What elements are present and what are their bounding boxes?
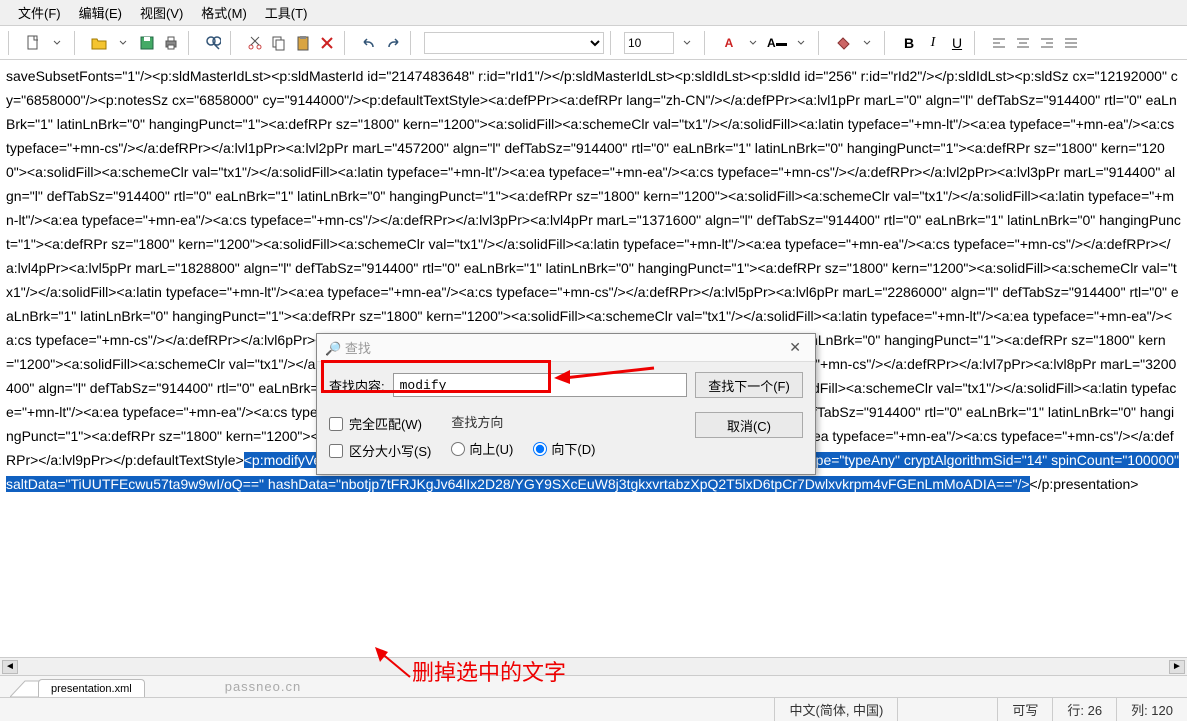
dialog-titlebar[interactable]: 🔎 查找 ✕ (317, 334, 815, 362)
status-line: 行: 26 (1052, 698, 1116, 721)
find-icon[interactable] (202, 32, 224, 54)
new-file-icon[interactable] (22, 32, 44, 54)
bg-color-icon[interactable] (832, 32, 854, 54)
menu-file[interactable]: 文件(F) (18, 3, 61, 22)
find-dialog: 🔎 查找 ✕ 查找内容: 查找下一个(F) 完全匹配(W) 区分大小写(S) 查… (316, 333, 816, 475)
menu-view[interactable]: 视图(V) (140, 3, 183, 22)
align-justify-icon[interactable] (1060, 32, 1082, 54)
highlight-dropdown-icon[interactable] (790, 32, 812, 54)
tab-presentation-xml[interactable]: presentation.xml (38, 679, 145, 697)
magnifier-icon: 🔎 (325, 341, 341, 356)
highlight-color-icon[interactable]: A (766, 32, 788, 54)
close-icon[interactable]: ✕ (783, 339, 807, 356)
open-file-icon[interactable] (88, 32, 110, 54)
new-dropdown-icon[interactable] (46, 32, 68, 54)
menu-format[interactable]: 格式(M) (201, 3, 247, 22)
underline-icon[interactable]: U (946, 32, 968, 54)
menu-bar: 文件(F) 编辑(E) 视图(V) 格式(M) 工具(T) (0, 0, 1187, 26)
toolbar: A A B I U (0, 26, 1187, 60)
font-color-dropdown-icon[interactable] (742, 32, 764, 54)
horizontal-scrollbar[interactable]: ◄ ► (0, 657, 1187, 675)
find-input[interactable] (393, 373, 687, 397)
status-language: 中文(简体, 中国) (774, 698, 897, 721)
align-center-icon[interactable] (1012, 32, 1034, 54)
font-select[interactable] (424, 32, 604, 54)
save-icon[interactable] (136, 32, 158, 54)
print-icon[interactable] (160, 32, 182, 54)
annotation-text: 删掉选中的文字 (412, 655, 566, 687)
font-color-icon[interactable]: A (718, 32, 740, 54)
bold-icon[interactable]: B (898, 32, 920, 54)
bg-dropdown-icon[interactable] (856, 32, 878, 54)
font-size-select[interactable] (624, 32, 674, 54)
undo-icon[interactable] (358, 32, 380, 54)
scroll-right-icon[interactable]: ► (1169, 660, 1185, 674)
find-next-button[interactable]: 查找下一个(F) (695, 372, 803, 398)
find-label: 查找内容: (329, 376, 385, 395)
match-case-checkbox[interactable]: 区分大小写(S) (329, 441, 431, 460)
italic-icon[interactable]: I (922, 32, 944, 54)
menu-edit[interactable]: 编辑(E) (79, 3, 122, 22)
watermark-text: passneo.cn (225, 679, 302, 694)
size-dropdown-icon[interactable] (676, 32, 698, 54)
menu-tools[interactable]: 工具(T) (265, 3, 308, 22)
status-bar: 中文(简体, 中国) 可写 行: 26 列: 120 (0, 697, 1187, 721)
delete-icon[interactable] (316, 32, 338, 54)
whole-word-checkbox[interactable]: 完全匹配(W) (329, 414, 431, 433)
status-mode: 可写 (997, 698, 1052, 721)
direction-down-radio[interactable]: 向下(D) (533, 439, 595, 458)
cancel-button[interactable]: 取消(C) (695, 412, 803, 438)
redo-icon[interactable] (382, 32, 404, 54)
document-tabs: presentation.xml passneo.cn (0, 675, 1187, 697)
align-right-icon[interactable] (1036, 32, 1058, 54)
align-left-icon[interactable] (988, 32, 1010, 54)
paste-icon[interactable] (292, 32, 314, 54)
dialog-title: 查找 (345, 341, 371, 356)
direction-up-radio[interactable]: 向上(U) (451, 439, 513, 458)
direction-label: 查找方向 (451, 412, 695, 431)
editor-area[interactable]: saveSubsetFonts="1"/><p:sldMasterIdLst><… (0, 60, 1187, 657)
copy-icon[interactable] (268, 32, 290, 54)
cut-icon[interactable] (244, 32, 266, 54)
status-col: 列: 120 (1116, 698, 1187, 721)
scroll-left-icon[interactable]: ◄ (2, 660, 18, 674)
open-dropdown-icon[interactable] (112, 32, 134, 54)
